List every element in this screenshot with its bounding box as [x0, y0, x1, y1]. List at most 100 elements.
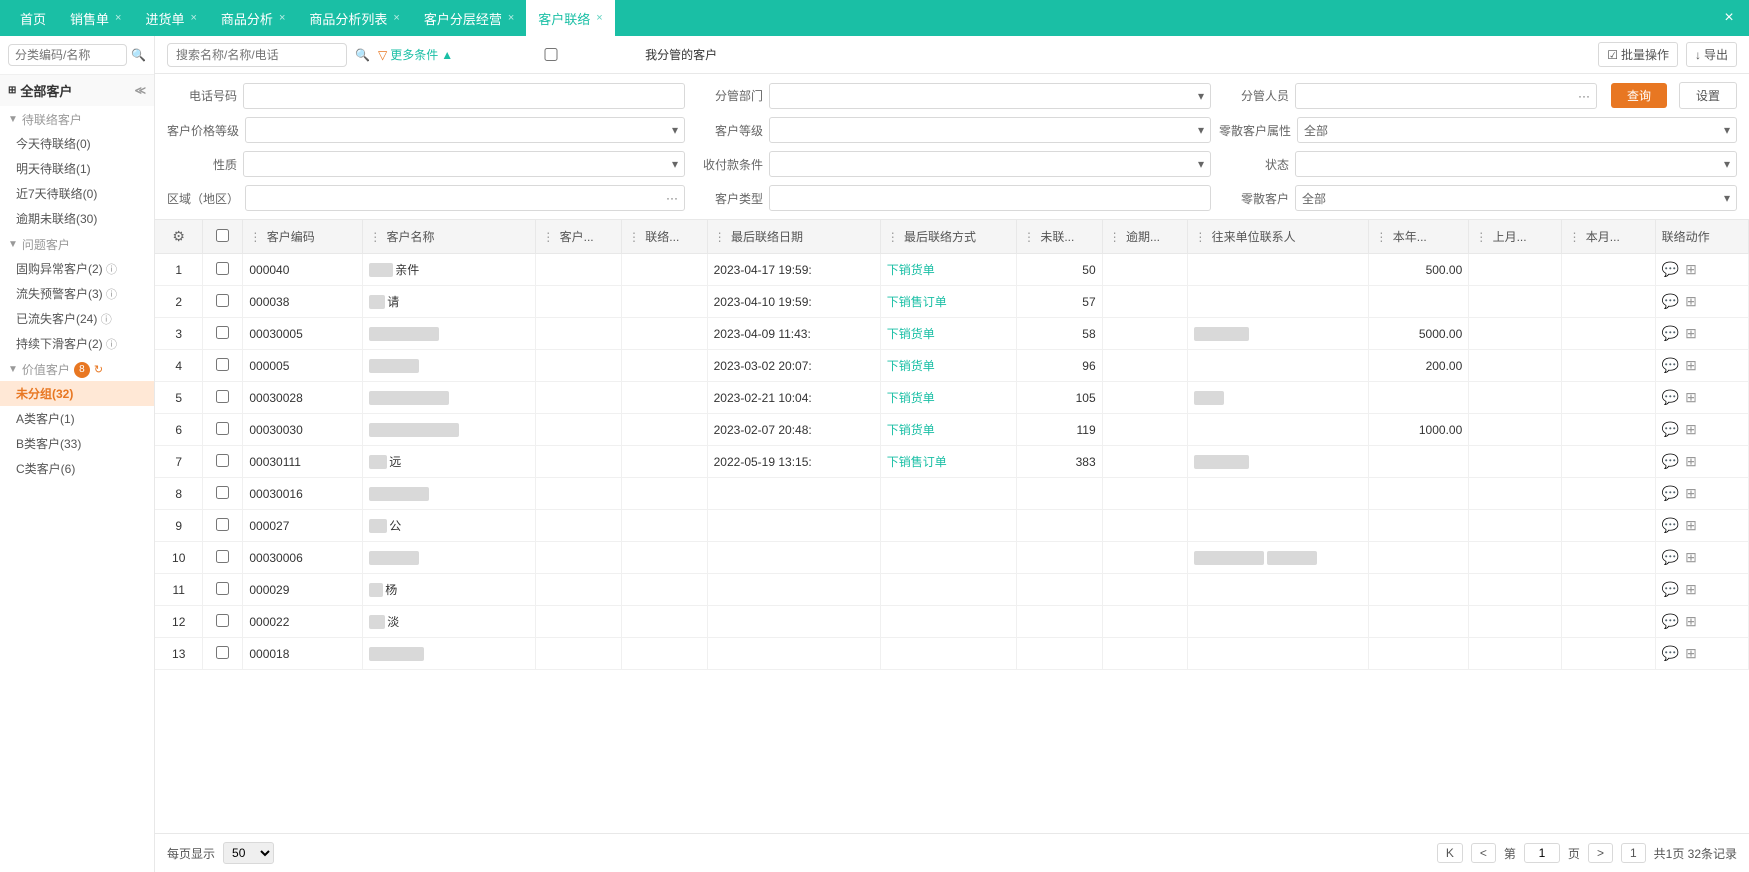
status-select[interactable]: ▾: [1295, 151, 1737, 177]
nav-sales-close[interactable]: ×: [115, 12, 121, 24]
person-select[interactable]: ···: [1295, 83, 1597, 109]
sidebar-item-declining[interactable]: 持续下滑客户(2) ⓘ: [0, 331, 154, 356]
more-filters-button[interactable]: ▽ 更多条件 ▲: [378, 46, 453, 63]
row-check[interactable]: [203, 478, 243, 510]
prev-page-button[interactable]: <: [1471, 843, 1496, 863]
chat-icon[interactable]: 💬: [1662, 261, 1679, 278]
row-checkbox[interactable]: [216, 646, 229, 659]
select-all-checkbox[interactable]: [216, 229, 229, 242]
window-close-button[interactable]: ×: [1717, 6, 1741, 30]
nav-product-analysis[interactable]: 商品分析 ×: [209, 0, 297, 36]
contact-method-link[interactable]: 下销售订单: [887, 295, 947, 309]
batch-operation-button[interactable]: ☑ 批量操作: [1598, 42, 1678, 67]
sidebar-item-c-class[interactable]: C类客户(6): [0, 456, 154, 481]
customer-level-select[interactable]: ▾: [769, 117, 1211, 143]
contact-method-link[interactable]: 下销售订单: [887, 455, 947, 469]
row-check[interactable]: [203, 286, 243, 318]
nav-product-list[interactable]: 商品分析列表 ×: [297, 0, 411, 36]
more-action-icon[interactable]: ⊞: [1685, 485, 1697, 502]
more-action-icon[interactable]: ⊞: [1685, 293, 1697, 310]
nav-home[interactable]: 首页: [8, 0, 58, 36]
contact-method-link[interactable]: 下销货单: [887, 327, 935, 341]
phone-input[interactable]: [243, 83, 685, 109]
more-action-icon[interactable]: ⊞: [1685, 389, 1697, 406]
nav-customer-segment[interactable]: 客户分层经营 ×: [412, 0, 526, 36]
sidebar-item-loss-warning[interactable]: 流失预警客户(3) ⓘ: [0, 281, 154, 306]
value-customers-refresh-icon[interactable]: ↻: [94, 363, 103, 376]
more-action-icon[interactable]: ⊞: [1685, 645, 1697, 662]
row-checkbox[interactable]: [216, 582, 229, 595]
chat-icon[interactable]: 💬: [1662, 645, 1679, 662]
chat-icon[interactable]: 💬: [1662, 485, 1679, 502]
category-search-input[interactable]: [8, 44, 127, 66]
row-checkbox[interactable]: [216, 422, 229, 435]
per-page-select[interactable]: 50 20 100: [223, 842, 274, 864]
region-select[interactable]: ···: [245, 185, 685, 211]
chat-icon[interactable]: 💬: [1662, 325, 1679, 342]
all-customers-header[interactable]: ⊞ 全部客户 ≪: [0, 75, 154, 106]
row-checkbox[interactable]: [216, 454, 229, 467]
more-action-icon[interactable]: ⊞: [1685, 613, 1697, 630]
sidebar-item-lost[interactable]: 已流失客户(24) ⓘ: [0, 306, 154, 331]
row-check[interactable]: [203, 638, 243, 670]
reset-button[interactable]: 设置: [1679, 82, 1737, 109]
first-page-button[interactable]: K: [1437, 843, 1463, 863]
chat-icon[interactable]: 💬: [1662, 389, 1679, 406]
row-checkbox[interactable]: [216, 358, 229, 371]
nav-product-list-close[interactable]: ×: [393, 12, 399, 24]
row-check[interactable]: [203, 574, 243, 606]
sidebar-item-overdue-uncontact[interactable]: 逾期未联络(30): [0, 206, 154, 231]
row-check[interactable]: [203, 606, 243, 638]
export-button[interactable]: ↓ 导出: [1686, 42, 1737, 67]
row-check[interactable]: [203, 446, 243, 478]
my-customers-checkbox[interactable]: [461, 48, 641, 61]
nav-customer-contact[interactable]: 客户联络 ×: [526, 0, 614, 36]
chat-icon[interactable]: 💬: [1662, 421, 1679, 438]
row-check[interactable]: [203, 542, 243, 574]
more-action-icon[interactable]: ⊞: [1685, 517, 1697, 534]
nav-product-analysis-close[interactable]: ×: [279, 12, 285, 24]
row-checkbox[interactable]: [216, 326, 229, 339]
next-page-button[interactable]: >: [1588, 843, 1613, 863]
collapse-icon[interactable]: ≪: [134, 84, 146, 97]
chat-icon[interactable]: 💬: [1662, 613, 1679, 630]
chat-icon[interactable]: 💬: [1662, 453, 1679, 470]
row-check[interactable]: [203, 414, 243, 446]
nav-purchase[interactable]: 进货单 ×: [133, 0, 208, 36]
row-check[interactable]: [203, 254, 243, 286]
date-column-header[interactable]: ⋮ 最后联络日期: [707, 220, 880, 254]
chat-icon[interactable]: 💬: [1662, 293, 1679, 310]
sidebar-item-tomorrow-pending[interactable]: 明天待联络(1): [0, 156, 154, 181]
more-action-icon[interactable]: ⊞: [1685, 261, 1697, 278]
nav-sales[interactable]: 销售单 ×: [58, 0, 133, 36]
row-check[interactable]: [203, 382, 243, 414]
chat-icon[interactable]: 💬: [1662, 581, 1679, 598]
more-action-icon[interactable]: ⊞: [1685, 581, 1697, 598]
contact-method-link[interactable]: 下销货单: [887, 423, 935, 437]
scatter-select[interactable]: 全部 ▾: [1295, 185, 1737, 211]
chat-icon[interactable]: 💬: [1662, 517, 1679, 534]
nature-select[interactable]: ▾: [243, 151, 685, 177]
contact-method-link[interactable]: 下销货单: [887, 391, 935, 405]
sidebar-search-icon[interactable]: 🔍: [131, 48, 146, 62]
check-column-header[interactable]: [203, 220, 243, 254]
row-checkbox[interactable]: [216, 390, 229, 403]
nav-purchase-close[interactable]: ×: [190, 12, 196, 24]
payment-select[interactable]: ▾: [769, 151, 1211, 177]
row-checkbox[interactable]: [216, 262, 229, 275]
row-check[interactable]: [203, 318, 243, 350]
settings-column-header[interactable]: ⚙: [155, 220, 203, 254]
page-number-input[interactable]: [1524, 843, 1560, 863]
chat-icon[interactable]: 💬: [1662, 549, 1679, 566]
chat-icon[interactable]: 💬: [1662, 357, 1679, 374]
sidebar-item-abnormal[interactable]: 固购异常客户(2) ⓘ: [0, 256, 154, 281]
contact-method-link[interactable]: 下销货单: [887, 359, 935, 373]
query-button[interactable]: 查询: [1611, 83, 1667, 108]
nav-customer-contact-close[interactable]: ×: [596, 12, 602, 24]
name-column-header[interactable]: ⋮ 客户名称: [363, 220, 536, 254]
sidebar-item-7days-pending[interactable]: 近7天待联络(0): [0, 181, 154, 206]
nav-customer-segment-close[interactable]: ×: [508, 12, 514, 24]
row-checkbox[interactable]: [216, 518, 229, 531]
row-checkbox[interactable]: [216, 614, 229, 627]
scatter-attr-select[interactable]: 全部 ▾: [1297, 117, 1737, 143]
